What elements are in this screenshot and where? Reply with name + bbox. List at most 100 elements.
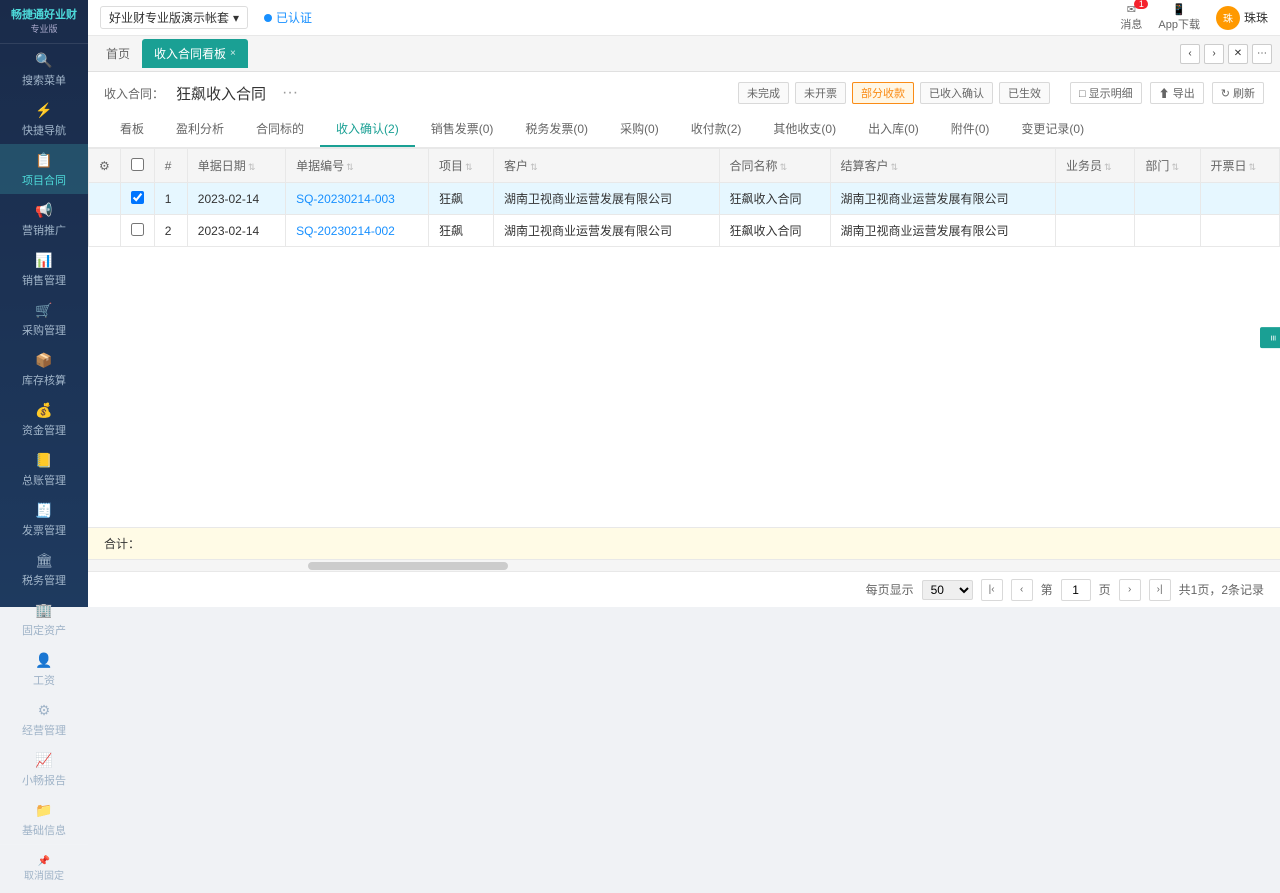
tab-contract-std[interactable]: 合同标的 [240, 112, 320, 147]
sidebar-item-tax[interactable]: 🏛 税务管理 [0, 544, 88, 594]
bill-no-link[interactable]: SQ-20230214-002 [296, 224, 395, 238]
tab-sales-invoice[interactable]: 销售发票(0) [415, 112, 510, 147]
sidebar-item-marketing[interactable]: 📢 营销推广 [0, 194, 88, 244]
sidebar-item-project-contract[interactable]: 📋 项目合同 [0, 144, 88, 194]
pagination-total: 共1页，2条记录 [1179, 581, 1264, 598]
gear-icon[interactable]: ⚙ [99, 159, 110, 173]
page-last-button[interactable]: ›| [1149, 579, 1171, 601]
status-badge-partial[interactable]: 部分收款 [852, 82, 914, 104]
tab-attachment[interactable]: 附件(0) [935, 112, 1006, 147]
tab-payment[interactable]: 收付款(2) [675, 112, 758, 147]
tab-prev-button[interactable]: ‹ [1180, 44, 1200, 64]
download-icon: 📱 [1172, 3, 1186, 16]
tab-inoutbound[interactable]: 出入库(0) [852, 112, 935, 147]
status-badge-uncomplete[interactable]: 未完成 [738, 82, 789, 104]
sidebar-item-sales[interactable]: 📊 销售管理 [0, 244, 88, 294]
th-open-date[interactable]: 开票日⇅ [1200, 149, 1279, 183]
sidebar-item-inventory[interactable]: 📦 库存核算 [0, 344, 88, 394]
th-project[interactable]: 项目⇅ [428, 149, 493, 183]
scrollbar-thumb[interactable] [308, 562, 508, 570]
float-action-button[interactable]: ≡ [1260, 327, 1280, 349]
sidebar-item-search[interactable]: 🔍 搜索菜单 [0, 44, 88, 94]
tabs-nav: 看板盈利分析合同标的收入确认(2)销售发票(0)税务发票(0)采购(0)收付款(… [88, 112, 1280, 148]
th-settle-customer[interactable]: 结算客户⇅ [830, 149, 1056, 183]
sidebar-item-label: 快捷导航 [22, 122, 66, 138]
table-row[interactable]: 22023-02-14SQ-20230214-002狂飙湖南卫视商业运营发展有限… [89, 215, 1280, 247]
status-badge-confirmed[interactable]: 已收入确认 [920, 82, 993, 104]
quick-nav-icon: ⚡ [34, 100, 54, 120]
avatar: 珠 [1216, 6, 1240, 30]
sidebar-item-basic-info[interactable]: 📁 基础信息 [0, 794, 88, 844]
tab-change-log[interactable]: 变更记录(0) [1005, 112, 1100, 147]
row-checkbox-0[interactable] [131, 191, 144, 204]
table-cell [1056, 215, 1135, 247]
page-input[interactable] [1061, 579, 1091, 601]
per-page-label: 每页显示 [866, 581, 914, 598]
show-detail-button[interactable]: □ 显示明细 [1070, 82, 1142, 104]
tab-home[interactable]: 首页 [96, 39, 140, 68]
page-first-button[interactable]: |‹ [981, 579, 1003, 601]
sidebar-item-general-ledger[interactable]: 📒 总账管理 [0, 444, 88, 494]
footer-label: 合计： [104, 535, 140, 552]
page-next-button[interactable]: › [1119, 579, 1141, 601]
row-checkbox-1[interactable] [131, 223, 144, 236]
tab-next-button[interactable]: › [1204, 44, 1224, 64]
tab-purchase[interactable]: 采购(0) [604, 112, 675, 147]
tab-profit[interactable]: 盈利分析 [160, 112, 240, 147]
sidebar-item-unpin[interactable]: 📌 取消固定 [0, 851, 88, 887]
report-icon: 📈 [34, 750, 54, 770]
refresh-button[interactable]: ↻ 刷新 [1212, 82, 1264, 104]
status-badge-effective[interactable]: 已生效 [999, 82, 1050, 104]
sidebar-item-label: 工资 [33, 672, 55, 688]
app-download-button[interactable]: 📱 App下载 [1158, 3, 1200, 32]
sidebar-item-quick-nav[interactable]: ⚡ 快捷导航 [0, 94, 88, 144]
company-selector[interactable]: 好业财专业版演示帐套 ▾ [100, 6, 248, 29]
tab-kanban[interactable]: 看板 [104, 112, 160, 147]
sidebar-item-label: 基础信息 [22, 822, 66, 838]
tab-close-button[interactable]: ✕ [1228, 44, 1248, 64]
scrollbar-area[interactable] [88, 559, 1280, 571]
th-bill-date[interactable]: 单据日期⇅ [187, 149, 285, 183]
sort-icon: ⇅ [1104, 162, 1112, 172]
chevron-down-icon: ▾ [233, 11, 239, 25]
message-button[interactable]: ✉ 1 消息 [1120, 3, 1142, 32]
select-all-checkbox[interactable] [131, 158, 144, 171]
sidebar-item-invoice-mgmt[interactable]: 🧾 发票管理 [0, 494, 88, 544]
th-department[interactable]: 部门⇅ [1135, 149, 1200, 183]
contract-title: 狂飙收入合同 [176, 83, 266, 104]
sidebar-item-fixed-assets[interactable]: 🏢 固定资产 [0, 594, 88, 644]
tab-tax-invoice[interactable]: 税务发票(0) [509, 112, 604, 147]
message-label: 消息 [1120, 16, 1142, 32]
table-cell: 湖南卫视商业运营发展有限公司 [494, 215, 720, 247]
sidebar-item-purchase[interactable]: 🛒 采购管理 [0, 294, 88, 344]
per-page-select[interactable]: 50 100 [922, 580, 973, 600]
project-contract-icon: 📋 [34, 150, 54, 170]
sidebar-item-report[interactable]: 📈 小畅报告 [0, 744, 88, 794]
th-customer[interactable]: 客户⇅ [494, 149, 720, 183]
export-button[interactable]: ⬆ 导出 [1150, 82, 1204, 104]
tab-income-confirm[interactable]: 收入确认(2) [320, 112, 415, 147]
th-bill-no[interactable]: 单据编号⇅ [286, 149, 429, 183]
sidebar-item-label: 项目合同 [22, 172, 66, 188]
table-container[interactable]: ⚙#单据日期⇅单据编号⇅项目⇅客户⇅合同名称⇅结算客户⇅业务员⇅部门⇅开票日⇅1… [88, 148, 1280, 527]
sidebar-item-capital[interactable]: 💰 资金管理 [0, 394, 88, 444]
status-badge-uninvoice[interactable]: 未开票 [795, 82, 846, 104]
contract-label: 收入合同： [104, 85, 164, 102]
th-salesperson[interactable]: 业务员⇅ [1056, 149, 1135, 183]
bill-no-link[interactable]: SQ-20230214-003 [296, 192, 395, 206]
table-cell [89, 183, 121, 215]
contract-more-icon[interactable]: ··· [278, 84, 302, 102]
table-row[interactable]: 12023-02-14SQ-20230214-003狂飙湖南卫视商业运营发展有限… [89, 183, 1280, 215]
tab-close-icon[interactable]: × [230, 48, 236, 59]
tab-contract-kanban[interactable]: 收入合同看板 × [142, 39, 248, 68]
page-prev-button[interactable]: ‹ [1011, 579, 1033, 601]
certified-badge: 已认证 [264, 9, 312, 26]
th-contract-name[interactable]: 合同名称⇅ [719, 149, 830, 183]
tab-other-income[interactable]: 其他收支(0) [757, 112, 852, 147]
sidebar-item-ops-mgmt[interactable]: ⚙ 经营管理 [0, 694, 88, 744]
user-menu[interactable]: 珠 珠珠 [1216, 6, 1268, 30]
sidebar-item-hr[interactable]: 👤 工资 [0, 644, 88, 694]
header-actions: □ 显示明细 ⬆ 导出 ↻ 刷新 [1070, 82, 1264, 104]
table-cell: 狂飙收入合同 [719, 183, 830, 215]
tab-more-button[interactable]: ⋯ [1252, 44, 1272, 64]
